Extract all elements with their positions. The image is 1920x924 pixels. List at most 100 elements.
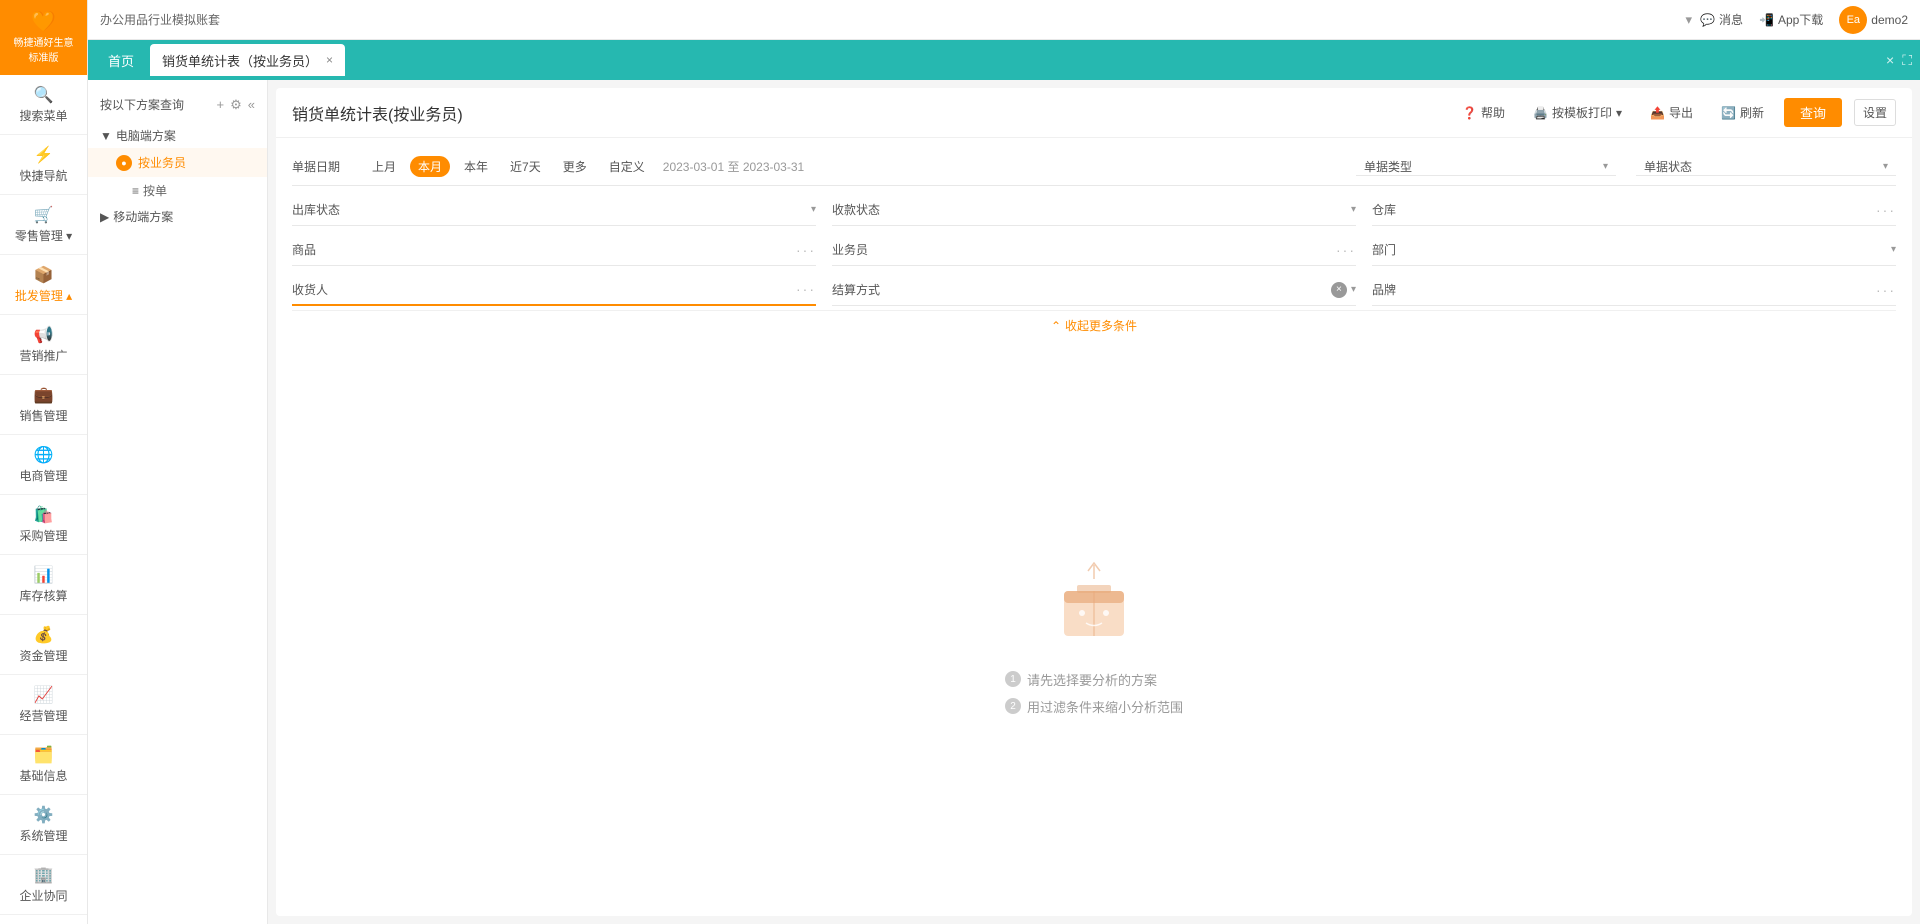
inventory-icon: 📊 — [4, 565, 83, 585]
print-button[interactable]: 🖨️ 按模板打印 ▾ — [1525, 100, 1630, 125]
sidebar-item-sales[interactable]: 💼 销售管理 — [0, 375, 87, 435]
payment-status-filter[interactable]: 收款状态 ▾ — [832, 194, 1356, 226]
doc-status-dropdown[interactable]: ▾ — [1883, 161, 1888, 172]
date-this-year-btn[interactable]: 本年 — [456, 156, 496, 177]
date-last-month-btn[interactable]: 上月 — [364, 156, 404, 177]
payment-method-dropdown[interactable]: ▾ — [1351, 284, 1356, 295]
tab-sales-report[interactable]: 销货单统计表（按业务员） × — [150, 44, 345, 76]
doc-type-filter[interactable]: 单据类型 ▾ — [1356, 158, 1616, 176]
out-status-dropdown[interactable]: ▾ — [811, 204, 816, 215]
sidebar-item-wholesale[interactable]: 📦 批发管理 ▴ — [0, 255, 87, 315]
sidebar-basics-label: 基础信息 — [19, 769, 67, 783]
date-7days-btn[interactable]: 近7天 — [502, 156, 549, 177]
refresh-button[interactable]: 🔄 刷新 — [1713, 100, 1772, 125]
sub-item-label: 按单 — [143, 182, 167, 199]
tab-bar-right: × ⛶ — [1886, 52, 1912, 69]
payment-method-clear[interactable]: × — [1331, 282, 1347, 298]
goods-label: 商品 — [292, 241, 364, 258]
settings-label: 设置 — [1863, 104, 1887, 121]
doc-type-dropdown[interactable]: ▾ — [1603, 161, 1608, 172]
retail-icon: 🛒 — [4, 205, 83, 225]
export-button[interactable]: 📤 导出 — [1642, 100, 1701, 125]
mobile-scheme-expand-icon: ▶ — [100, 210, 109, 224]
tab-maximize-icon[interactable]: ⛶ — [1902, 52, 1912, 69]
sidebar-item-operations[interactable]: 📈 经营管理 — [0, 675, 87, 735]
payment-status-dropdown[interactable]: ▾ — [1351, 204, 1356, 215]
tip-num-2: 2 — [1005, 698, 1021, 714]
sidebar-item-finance[interactable]: 💰 资金管理 — [0, 615, 87, 675]
collapse-panel-icon[interactable]: « — [248, 97, 255, 113]
message-button[interactable]: 💬 消息 — [1700, 11, 1743, 28]
tab-home[interactable]: 首页 — [96, 44, 146, 76]
sidebar-item-retail[interactable]: 🛒 零售管理 ▾ — [0, 195, 87, 255]
dropdown-icon[interactable]: ▾ — [1685, 12, 1692, 28]
salesperson-filter[interactable]: 业务员 ··· — [832, 234, 1356, 266]
collapse-filter-btn[interactable]: ⌃ 收起更多条件 — [292, 310, 1896, 340]
consignee-dots[interactable]: ··· — [796, 281, 816, 297]
left-panel-icons: + ⚙ « — [217, 97, 255, 113]
out-status-label: 出库状态 — [292, 201, 364, 218]
payment-method-filter[interactable]: 结算方式 × ▾ — [832, 274, 1356, 306]
tab-close-icon[interactable]: × — [326, 53, 333, 67]
date-this-month-btn[interactable]: 本月 — [410, 156, 450, 177]
app-download-label: App下载 — [1778, 11, 1823, 28]
dept-filter[interactable]: 部门 ▾ — [1372, 234, 1896, 266]
search-button[interactable]: 查询 — [1784, 98, 1842, 127]
brand-dots[interactable]: ··· — [1876, 282, 1896, 298]
sidebar-enterprise-label: 企业协同 — [19, 889, 67, 903]
out-status-filter[interactable]: 出库状态 ▾ — [292, 194, 816, 226]
sidebar: 🧡 畅捷通好生意 标准版 🔍 搜索菜单 ⚡ 快捷导航 🛒 零售管理 ▾ 📦 批发… — [0, 0, 88, 924]
left-panel-header: 按以下方案查询 + ⚙ « — [88, 90, 267, 119]
message-icon: 💬 — [1700, 13, 1715, 27]
sidebar-item-purchase[interactable]: 🛍️ 采购管理 — [0, 495, 87, 555]
mobile-scheme-title[interactable]: ▶ 移动端方案 — [88, 204, 267, 229]
consignee-filter[interactable]: 收货人 ··· — [292, 274, 816, 306]
sidebar-item-ecommerce[interactable]: 🌐 电商管理 — [0, 435, 87, 495]
app-download-button[interactable]: 📲 App下载 — [1759, 11, 1823, 28]
empty-svg — [1044, 551, 1144, 651]
goods-filter[interactable]: 商品 ··· — [292, 234, 816, 266]
settings-button[interactable]: 设置 — [1854, 99, 1896, 126]
app-logo[interactable]: 🧡 畅捷通好生意 标准版 — [0, 0, 87, 75]
search-menu-icon: 🔍 — [4, 85, 83, 105]
help-button[interactable]: ❓ 帮助 — [1454, 100, 1513, 125]
sidebar-item-system[interactable]: ⚙️ 系统管理 — [0, 795, 87, 855]
sidebar-item-quicknav[interactable]: ⚡ 快捷导航 — [0, 135, 87, 195]
desktop-scheme-title[interactable]: ▼ 电脑端方案 — [88, 123, 267, 148]
tip-text-2: 用过滤条件来缩小分析范围 — [1027, 697, 1183, 716]
refresh-icon: 🔄 — [1721, 106, 1736, 120]
payment-method-label: 结算方式 — [832, 281, 904, 298]
user-profile[interactable]: Ea demo2 — [1839, 6, 1908, 34]
sidebar-item-basics[interactable]: 🗂️ 基础信息 — [0, 735, 87, 795]
date-custom-btn[interactable]: 自定义 — [601, 156, 653, 177]
sidebar-item-inventory[interactable]: 📊 库存核算 — [0, 555, 87, 615]
date-more-btn[interactable]: 更多 — [555, 156, 595, 177]
warehouse-filter[interactable]: 仓库 ··· — [1372, 194, 1896, 226]
scheme-item-salesperson[interactable]: ● 按业务员 — [88, 148, 267, 177]
dept-dropdown[interactable]: ▾ — [1891, 244, 1896, 255]
sub-scheme-item-order[interactable]: ≡ 按单 — [88, 177, 267, 204]
goods-dots[interactable]: ··· — [796, 242, 816, 258]
desktop-scheme-group: ▼ 电脑端方案 ● 按业务员 ≡ 按单 ▶ 移动端方案 — [88, 123, 267, 229]
add-scheme-icon[interactable]: + — [217, 97, 225, 113]
sidebar-item-enterprise[interactable]: 🏢 企业协同 — [0, 855, 87, 915]
sidebar-item-newbie[interactable]: 🌟 新手引导 — [0, 915, 87, 924]
download-icon: 📲 — [1759, 13, 1774, 27]
brand-filter[interactable]: 品牌 ··· — [1372, 274, 1896, 306]
help-icon: ❓ — [1462, 106, 1477, 120]
consignee-label: 收货人 — [292, 281, 364, 298]
doc-status-filter[interactable]: 单据状态 ▾ — [1636, 158, 1896, 176]
ecommerce-icon: 🌐 — [4, 445, 83, 465]
tab-minimize-icon[interactable]: × — [1886, 52, 1894, 69]
sidebar-system-label: 系统管理 — [19, 829, 67, 843]
help-label: 帮助 — [1481, 104, 1505, 121]
settings-scheme-icon[interactable]: ⚙ — [230, 97, 242, 113]
system-icon: ⚙️ — [4, 805, 83, 825]
doc-status-label: 单据状态 — [1644, 158, 1716, 175]
salesperson-dots[interactable]: ··· — [1336, 242, 1356, 258]
sidebar-item-marketing[interactable]: 📢 营销推广 — [0, 315, 87, 375]
date-filter-row: 单据日期 上月 本月 本年 近7天 更多 自定义 2023-03-01 至 20… — [292, 148, 1896, 186]
filter-row-4: 收货人 ··· 结算方式 × ▾ 品牌 ··· — [292, 274, 1896, 306]
warehouse-dots[interactable]: ··· — [1876, 202, 1896, 218]
sidebar-item-search[interactable]: 🔍 搜索菜单 — [0, 75, 87, 135]
